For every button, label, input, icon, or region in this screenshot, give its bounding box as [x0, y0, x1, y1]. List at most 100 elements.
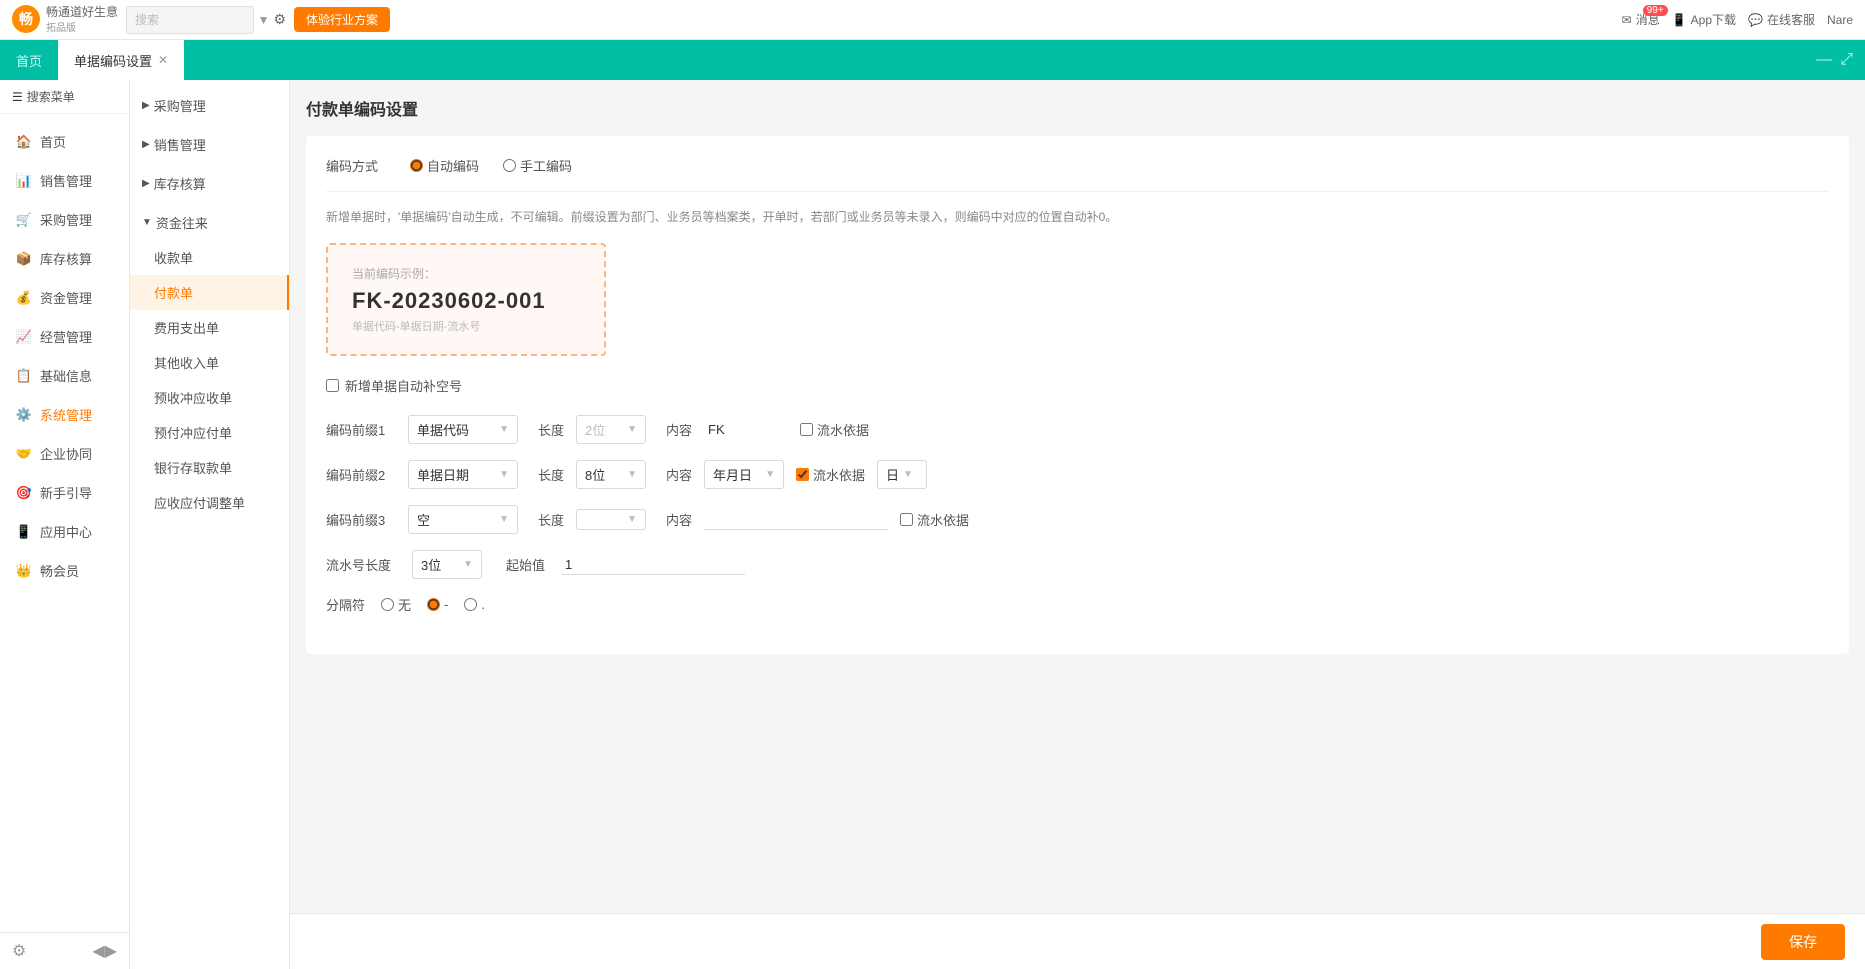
- prefix2-length-label: 长度: [538, 465, 564, 484]
- auto-encoding-input[interactable]: [410, 159, 423, 172]
- sub-item-prepay-receivable[interactable]: 预收冲应收单: [130, 380, 289, 415]
- prefix3-select[interactable]: 空 ▼: [408, 505, 518, 534]
- sidebar-operations-label: 经营管理: [40, 327, 92, 346]
- sidebar-item-operations[interactable]: 📈 经营管理: [0, 317, 129, 356]
- sidebar-item-system[interactable]: ⚙️ 系统管理: [0, 395, 129, 434]
- prefix3-label: 编码前缀3: [326, 510, 396, 529]
- bottom-bar: 保存: [290, 913, 1865, 969]
- top-search-box[interactable]: 搜索: [126, 6, 254, 34]
- sub-item-prepay-payable[interactable]: 预付冲应付单: [130, 415, 289, 450]
- page-title: 付款单编码设置: [306, 96, 1849, 120]
- auto-encoding-label: 自动编码: [427, 156, 479, 175]
- prefix3-stream-checkbox[interactable]: 流水依据: [900, 510, 969, 529]
- prefix2-stream-checkbox[interactable]: 流水依据: [796, 465, 865, 484]
- serial-length-caret-icon: ▼: [463, 559, 473, 570]
- manual-encoding-input[interactable]: [503, 159, 516, 172]
- nav-maximize-icon[interactable]: ⤢: [1840, 51, 1853, 69]
- sidebar-collapse-icon[interactable]: ◀▶: [92, 941, 117, 961]
- prefix1-stream-input[interactable]: [800, 423, 813, 436]
- sub-group-finance-label: 资金往来: [156, 213, 208, 232]
- prefix3-content-input[interactable]: [704, 510, 888, 530]
- prefix2-content-caret-icon: ▼: [765, 469, 775, 480]
- serial-length-select[interactable]: 3位 ▼: [412, 550, 482, 579]
- prefix1-stream-checkbox[interactable]: 流水依据: [800, 420, 869, 439]
- sidebar-item-guide[interactable]: 🎯 新手引导: [0, 473, 129, 512]
- sub-group-purchase: ▶ 采购管理: [130, 88, 289, 123]
- sub-group-finance-title[interactable]: ▼ 资金往来: [130, 205, 289, 240]
- separator-row: 分隔符 无 - .: [326, 595, 1829, 614]
- chevron-right-icon3: ▶: [142, 178, 150, 189]
- prefix2-stream-unit-select[interactable]: 日 ▼: [877, 460, 927, 489]
- sidebar-system-label: 系统管理: [40, 405, 92, 424]
- sidebar-item-appcenter[interactable]: 📱 应用中心: [0, 512, 129, 551]
- chevron-right-icon: ▶: [142, 100, 150, 111]
- prefix1-length-caret-icon: ▼: [627, 424, 637, 435]
- service-area[interactable]: 💬 在线客服: [1748, 11, 1815, 28]
- message-icon-area[interactable]: ✉ 消息 99+: [1622, 11, 1660, 28]
- sub-item-payment[interactable]: 付款单: [130, 275, 289, 310]
- sep-dot-radio[interactable]: .: [464, 597, 485, 612]
- sub-item-other-income[interactable]: 其他收入单: [130, 345, 289, 380]
- left-sidebar: ☰ 搜索菜单 🏠 首页 📊 销售管理 🛒 采购管理 📦 库存核算 💰 资: [0, 80, 130, 969]
- tab-encoding[interactable]: 单据编码设置 ✕: [58, 40, 184, 80]
- prefix3-length-select[interactable]: ▼: [576, 509, 646, 530]
- prefix1-caret-icon: ▼: [499, 424, 509, 435]
- logo-text-block: 畅通道好生意 拓品版: [46, 5, 118, 34]
- sidebar-item-member[interactable]: 👑 畅会员: [0, 551, 129, 590]
- sep-none-radio[interactable]: 无: [381, 595, 411, 614]
- dropdown-chevron-icon[interactable]: ▼: [258, 13, 270, 27]
- sidebar-member-label: 畅会员: [40, 561, 79, 580]
- prefix1-length-select[interactable]: 2位 ▼: [576, 415, 646, 444]
- prefix2-stream-input[interactable]: [796, 468, 809, 481]
- sub-item-ap-adjust[interactable]: 应收应付调整单: [130, 485, 289, 520]
- prefix3-stream-input[interactable]: [900, 513, 913, 526]
- prefix2-length-select[interactable]: 8位 ▼: [576, 460, 646, 489]
- sub-item-receipt[interactable]: 收款单: [130, 240, 289, 275]
- sidebar-item-finance[interactable]: 💰 资金管理: [0, 278, 129, 317]
- new-bill-checkbox[interactable]: [326, 379, 339, 392]
- auto-encoding-radio[interactable]: 自动编码: [410, 156, 479, 175]
- sidebar-item-sales[interactable]: 📊 销售管理: [0, 161, 129, 200]
- sidebar-cooperation-label: 企业协同: [40, 444, 92, 463]
- nav-minimize-icon[interactable]: —: [1816, 51, 1832, 69]
- save-button[interactable]: 保存: [1761, 924, 1845, 960]
- prefix2-select[interactable]: 单据日期 ▼: [408, 460, 518, 489]
- settings-icon[interactable]: ⚙: [273, 11, 286, 28]
- sub-item-bank-deposit[interactable]: 银行存取款单: [130, 450, 289, 485]
- sep-none-input[interactable]: [381, 598, 394, 611]
- search-menu-area[interactable]: ☰ 搜索菜单: [0, 80, 129, 114]
- sub-item-expense[interactable]: 费用支出单: [130, 310, 289, 345]
- prefix2-stream-unit: 日: [886, 465, 899, 484]
- prefix2-row: 编码前缀2 单据日期 ▼ 长度 8位 ▼ 内容 年月日 ▼: [326, 460, 1829, 489]
- sub-group-sales-label: 销售管理: [154, 135, 206, 154]
- tab-encoding-close[interactable]: ✕: [158, 53, 168, 67]
- prefix2-length-value: 8位: [585, 465, 605, 484]
- sub-item-prepay-payable-label: 预付冲应付单: [154, 426, 232, 441]
- sep-dot-input[interactable]: [464, 598, 477, 611]
- sidebar-settings-icon[interactable]: ⚙: [12, 941, 26, 961]
- sub-group-purchase-title[interactable]: ▶ 采购管理: [130, 88, 289, 123]
- sep-dash-radio[interactable]: -: [427, 597, 448, 612]
- manual-encoding-radio[interactable]: 手工编码: [503, 156, 572, 175]
- sidebar-item-home[interactable]: 🏠 首页: [0, 122, 129, 161]
- serial-start-label: 起始值: [506, 555, 545, 574]
- basic-icon: 📋: [16, 368, 32, 384]
- trial-btn[interactable]: 体验行业方案: [294, 7, 390, 32]
- tab-home[interactable]: 首页: [0, 40, 58, 80]
- sidebar-item-purchase[interactable]: 🛒 采购管理: [0, 200, 129, 239]
- prefix3-caret-icon: ▼: [499, 514, 509, 525]
- nav-tabs-controls: — ⤢: [1816, 51, 1865, 69]
- prefix1-stream-label: 流水依据: [817, 420, 869, 439]
- user-info[interactable]: Nare: [1827, 13, 1853, 27]
- serial-start-input[interactable]: [561, 555, 745, 575]
- prefix2-content-select[interactable]: 年月日 ▼: [704, 460, 784, 489]
- sidebar-item-cooperation[interactable]: 🤝 企业协同: [0, 434, 129, 473]
- sub-group-inventory-title[interactable]: ▶ 库存核算: [130, 166, 289, 201]
- sub-group-sales-title[interactable]: ▶ 销售管理: [130, 127, 289, 162]
- new-bill-row: 新增单据自动补空号: [326, 376, 1829, 395]
- prefix1-select[interactable]: 单据代码 ▼: [408, 415, 518, 444]
- sep-dash-input[interactable]: [427, 598, 440, 611]
- sidebar-item-inventory[interactable]: 📦 库存核算: [0, 239, 129, 278]
- app-download-area[interactable]: 📱 App下载: [1672, 11, 1736, 28]
- sidebar-item-basic[interactable]: 📋 基础信息: [0, 356, 129, 395]
